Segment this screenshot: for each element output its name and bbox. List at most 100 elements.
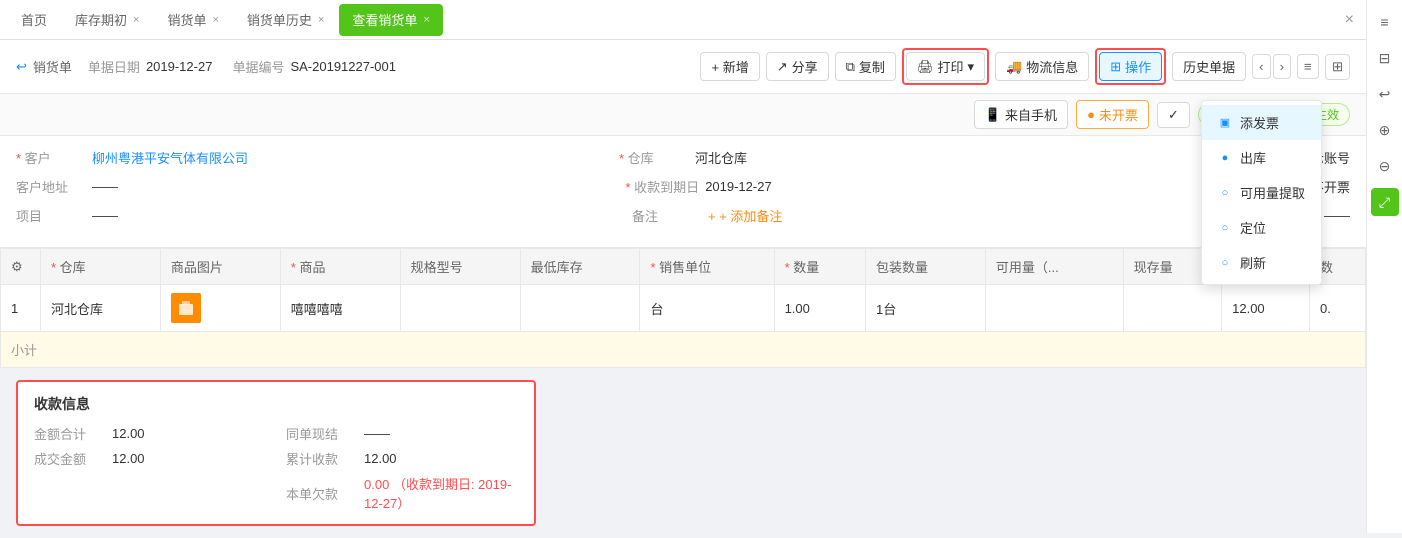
operation-highlight-box: ⊞ 操作 <box>1095 48 1166 85</box>
tab-sales-order[interactable]: 销货单 × <box>154 4 231 36</box>
col-settings: ⚙ <box>1 249 41 285</box>
share-button[interactable]: ↗ 分享 <box>766 52 829 81</box>
payment-info-box: 收款信息 金额合计 12.00 同单现结 —— 成交金额 12.00 累计收款 … <box>16 380 536 526</box>
sidebar-icon-3[interactable]: ↩ <box>1371 80 1399 108</box>
address-field: 客户地址 —— <box>16 177 626 196</box>
logistics-icon: 🚚 <box>1006 59 1022 75</box>
outbound-icon: ● <box>1218 151 1232 165</box>
row-available <box>985 285 1123 332</box>
dropdown-item-outbound[interactable]: ● 出库 <box>1202 140 1321 175</box>
product-image-icon <box>176 298 196 318</box>
project-value: —— <box>92 208 118 223</box>
tab-history-close[interactable]: × <box>318 14 324 26</box>
col-product-img: 商品图片 <box>160 249 280 285</box>
tab-view-label: 查看销货单 <box>352 10 417 29</box>
col-quantity: 数量 <box>774 249 865 285</box>
print-icon: 🖨 <box>917 59 934 75</box>
dropdown-item-location[interactable]: ○ 定位 <box>1202 210 1321 245</box>
doc-date-label: 单据日期 <box>88 57 140 76</box>
view-toggle-grid[interactable]: ⊞ <box>1325 54 1350 80</box>
window-close-btn[interactable]: × <box>1341 7 1358 33</box>
sidebar-icon-4[interactable]: ⊕ <box>1371 116 1399 144</box>
doc-number-value: SA-20191227-001 <box>290 59 396 74</box>
sidebar-icon-1[interactable]: ≡ <box>1371 8 1399 36</box>
row-unit: 台 <box>640 285 774 332</box>
history-button[interactable]: 历史单据 <box>1172 52 1246 81</box>
print-dropdown-arrow: ▾ <box>967 59 974 75</box>
nav-prev[interactable]: ‹ <box>1252 54 1270 79</box>
doc-type-label: 销货单 <box>33 57 72 76</box>
form-row-1: 客户 柳州粤港平安气体有限公司 仓库 河北仓库 业务员 演示账号 <box>16 148 1350 167</box>
tab-view-sales[interactable]: 查看销货单 × <box>339 4 442 36</box>
tab-bar: 首页 库存期初 × 销货单 × 销货单历史 × 查看销货单 × × <box>0 0 1366 40</box>
row-amount: 0. <box>1310 285 1366 332</box>
col-unit: 销售单位 <box>640 249 774 285</box>
operation-dropdown: ▣ 添发票 ● 出库 ○ 可用量提取 ○ 定位 ○ 刷新 <box>1201 100 1322 285</box>
col-min-stock: 最低库存 <box>520 249 640 285</box>
from-phone-button[interactable]: 📱 来自手机 <box>974 100 1068 129</box>
operation-button[interactable]: ⊞ 操作 <box>1099 52 1162 81</box>
location-label: 定位 <box>1240 218 1266 237</box>
row-spec <box>400 285 520 332</box>
available-qty-label: 可用量提取 <box>1240 183 1305 202</box>
payment-grid: 金额合计 12.00 同单现结 —— 成交金额 12.00 累计收款 12.00 <box>34 424 518 512</box>
doc-date-value: 2019-12-27 <box>146 59 213 74</box>
sub-toolbar: 📱 来自手机 ● 未开票 ✓ ✓ 已核销 ✓ 已生效 <box>0 94 1366 136</box>
doc-header: ↩ 销货单 单据日期 2019-12-27 单据编号 SA-20191227-0… <box>0 40 1366 94</box>
row-product: 嘻嘻嘻嘻 <box>280 285 400 332</box>
doc-number-field: 单据编号 SA-20191227-001 <box>232 57 396 76</box>
tab-inventory-label: 库存期初 <box>75 10 127 29</box>
copy-icon: ⧉ <box>846 59 855 75</box>
doc-meta: 单据日期 2019-12-27 单据编号 SA-20191227-001 <box>88 57 685 76</box>
add-note-btn[interactable]: + + 添加备注 <box>708 206 782 225</box>
dropdown-item-refresh[interactable]: ○ 刷新 <box>1202 245 1321 280</box>
outstanding-value: 0.00 （收款到期日: 2019-12-27） <box>364 474 518 512</box>
sidebar-expand-icon[interactable]: ⤢ <box>1371 188 1399 216</box>
tab-home[interactable]: 首页 <box>8 4 60 36</box>
sidebar-icon-2[interactable]: ⊟ <box>1371 44 1399 72</box>
tab-inventory-init[interactable]: 库存期初 × <box>62 4 152 36</box>
total-amount-item: 金额合计 12.00 <box>34 424 266 443</box>
table-row: 1 河北仓库 嘻嘻嘻嘻 <box>1 285 1366 332</box>
outstanding-item: 本单欠款 0.00 （收款到期日: 2019-12-27） <box>286 474 518 512</box>
check-icon-btn[interactable]: ✓ <box>1157 102 1190 128</box>
product-table: ⚙ 仓库 商品图片 商品 规格型号 最低库存 销售单位 数量 包装数量 可用量（… <box>0 248 1366 368</box>
total-amount-value: 12.00 <box>112 426 145 441</box>
customer-label: 客户 <box>16 148 86 167</box>
project-label: 项目 <box>16 206 86 225</box>
row-unit-price: 12.00 <box>1222 285 1310 332</box>
not-opened-button[interactable]: ● 未开票 <box>1076 100 1149 129</box>
col-spec: 规格型号 <box>400 249 520 285</box>
new-button[interactable]: + 新增 <box>700 52 759 81</box>
cumulative-value: 12.00 <box>364 451 397 466</box>
tab-history-label: 销货单历史 <box>247 10 312 29</box>
product-image <box>171 293 201 323</box>
tab-sales-history[interactable]: 销货单历史 × <box>234 4 337 36</box>
warehouse-field: 仓库 河北仓库 <box>619 148 1222 167</box>
dropdown-item-add-invoice[interactable]: ▣ 添发票 <box>1202 105 1321 140</box>
sidebar-icon-5[interactable]: ⊖ <box>1371 152 1399 180</box>
view-toggle-list[interactable]: ≡ <box>1297 54 1319 79</box>
customer-value[interactable]: 柳州粤港平安气体有限公司 <box>92 148 248 167</box>
project-field: 项目 —— <box>16 206 632 225</box>
form-row-2: 客户地址 —— 收款到期日 2019-12-27 票据类型 不开票 <box>16 177 1350 196</box>
col-product: 商品 <box>280 249 400 285</box>
nav-next[interactable]: › <box>1273 54 1291 79</box>
logistics-button[interactable]: 🚚 物流信息 <box>995 52 1089 81</box>
add-note-icon: + <box>708 209 716 224</box>
tab-view-close[interactable]: × <box>423 14 429 26</box>
payment-title: 收款信息 <box>34 394 518 414</box>
payment-date-value: 2019-12-27 <box>705 179 772 194</box>
tab-sales-close[interactable]: × <box>212 14 218 26</box>
dropdown-item-available-qty[interactable]: ○ 可用量提取 <box>1202 175 1321 210</box>
available-qty-icon: ○ <box>1218 186 1232 200</box>
row-quantity: 1.00 <box>774 285 865 332</box>
salesman-value: —— <box>1324 208 1350 223</box>
tab-inventory-close[interactable]: × <box>133 14 139 26</box>
doc-type-icon: ↩ <box>16 59 27 75</box>
col-available: 可用量（... <box>985 249 1123 285</box>
copy-button[interactable]: ⧉ 复制 <box>835 52 896 81</box>
settings-icon[interactable]: ⚙ <box>11 259 23 274</box>
transaction-amount-label: 成交金额 <box>34 449 104 468</box>
print-button[interactable]: 🖨 打印 ▾ <box>906 52 985 81</box>
